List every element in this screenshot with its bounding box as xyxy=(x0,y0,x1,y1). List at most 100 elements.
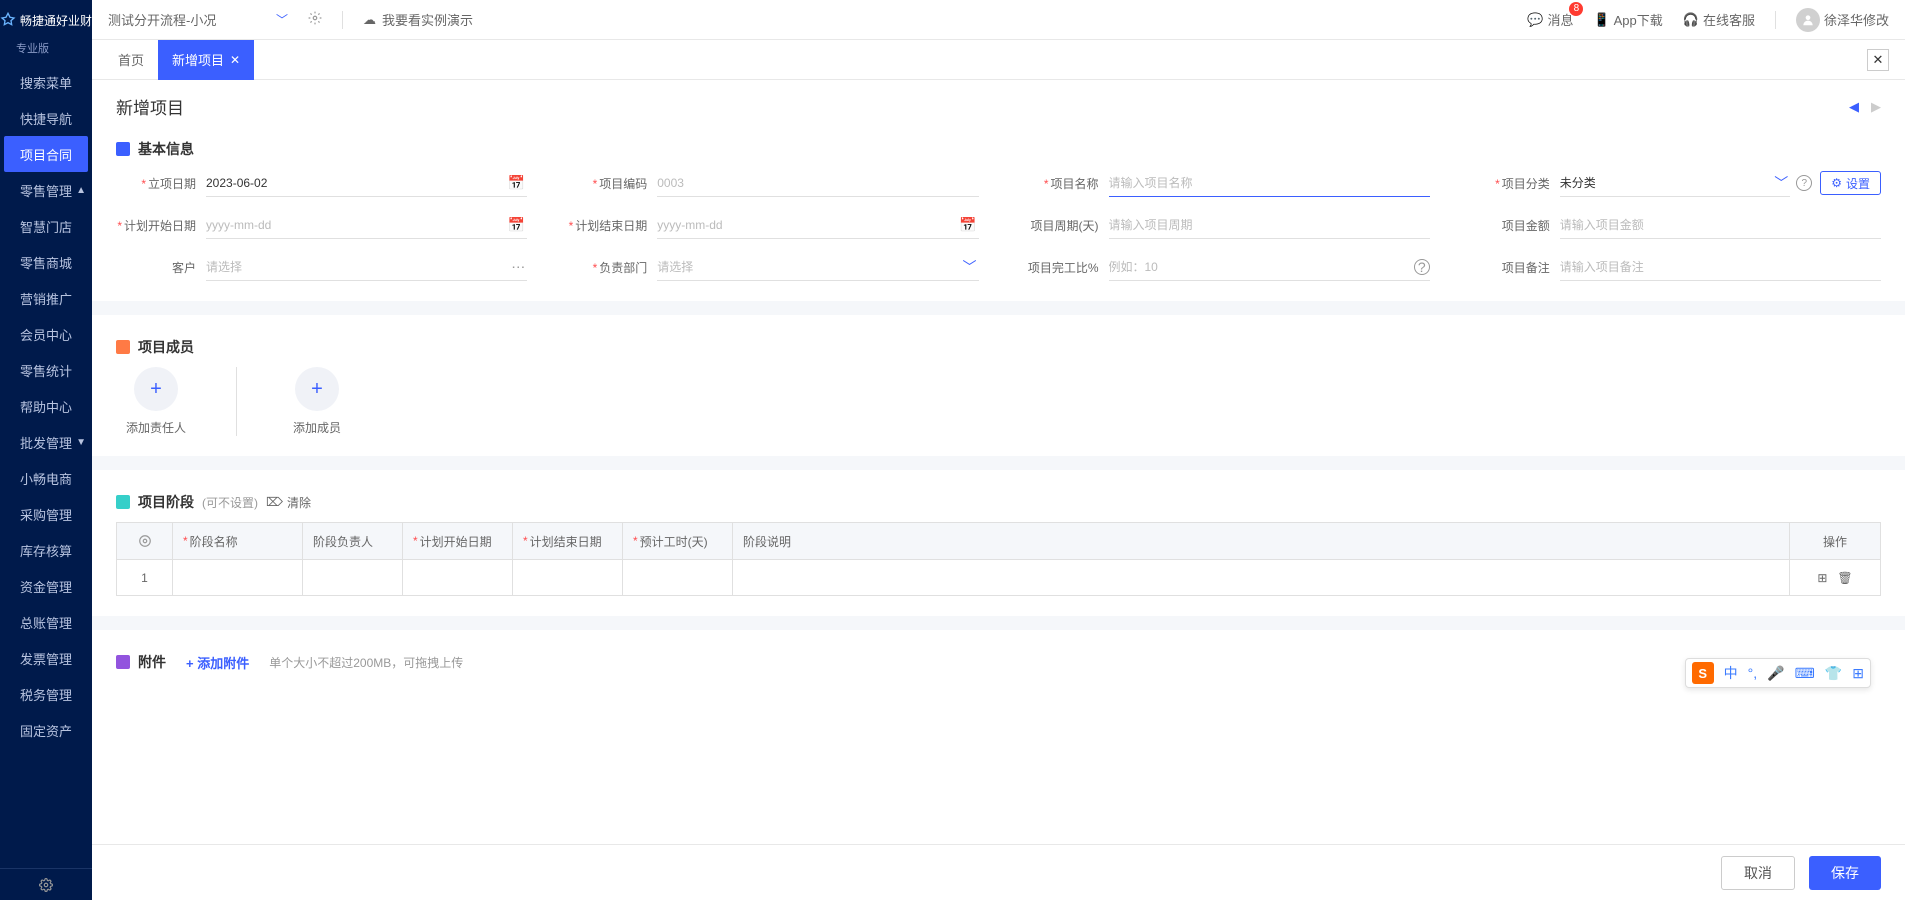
headset-icon: 🎧 xyxy=(1683,12,1699,28)
col-plan-start: *计划开始日期 xyxy=(403,523,513,559)
online-service[interactable]: 🎧 在线客服 xyxy=(1683,10,1755,29)
customer-select[interactable] xyxy=(206,253,527,281)
messages[interactable]: 💬 消息 8 xyxy=(1527,10,1573,29)
eraser-icon: ⌦ xyxy=(266,495,283,509)
attach-hint: 单个大小不超过200MB，可拖拽上传 xyxy=(269,654,463,671)
sidebar-item-17[interactable]: 税务管理 xyxy=(0,676,92,712)
demo-link[interactable]: ☁ 我要看实例演示 xyxy=(363,10,473,29)
sidebar-item-8[interactable]: 零售统计 xyxy=(0,352,92,388)
sidebar-item-2[interactable]: 项目合同 xyxy=(4,136,88,172)
gear-icon[interactable] xyxy=(308,11,322,28)
calendar-icon[interactable]: 📅 xyxy=(508,217,525,234)
add-row-icon[interactable]: ⊞ xyxy=(1817,571,1827,585)
delete-row-icon[interactable]: 🗑 xyxy=(1837,571,1852,585)
table-row[interactable]: 1 ⊞ 🗑 xyxy=(117,559,1880,595)
sidebar-item-5[interactable]: 零售商城 xyxy=(0,244,92,280)
sidebar-item-9[interactable]: 帮助中心 xyxy=(0,388,92,424)
tab-bar: 首页 新增项目 ✕ ✕ xyxy=(92,40,1905,80)
cloud-icon: ☁ xyxy=(363,12,376,28)
project-category-select[interactable] xyxy=(1560,169,1790,197)
plan-start-input[interactable] xyxy=(206,211,527,239)
sidebar-item-10[interactable]: 批发管理▼ xyxy=(0,424,92,460)
ime-skin-icon[interactable]: 👕 xyxy=(1825,665,1842,682)
app-download[interactable]: 📱 App下载 xyxy=(1593,10,1662,29)
sidebar-item-7[interactable]: 会员中心 xyxy=(0,316,92,352)
user-menu[interactable]: 徐泽华修改 xyxy=(1796,8,1889,32)
col-plan-end: *计划结束日期 xyxy=(513,523,623,559)
sidebar-item-3[interactable]: 零售管理▲ xyxy=(0,172,92,208)
ime-toolbar[interactable]: S 中 °, 🎤 ⌨ 👕 ⊞ xyxy=(1685,658,1871,688)
section-icon xyxy=(116,340,130,354)
completion-pct-input[interactable] xyxy=(1109,253,1430,281)
project-name-input[interactable] xyxy=(1109,169,1430,197)
ime-keyboard-icon[interactable]: ⌨ xyxy=(1795,665,1815,682)
stages-table: *阶段名称 阶段负责人 *计划开始日期 *计划结束日期 *预计工时(天) 阶段说… xyxy=(116,522,1881,596)
ime-more-icon[interactable]: ⊞ xyxy=(1852,665,1864,682)
more-icon[interactable]: ⋯ xyxy=(511,259,525,276)
phone-icon: 📱 xyxy=(1593,12,1609,28)
add-attachment-link[interactable]: + 添加附件 xyxy=(186,653,249,672)
section-icon xyxy=(116,495,130,509)
next-page-icon[interactable]: ▶ xyxy=(1871,99,1881,115)
page-title: 新增项目 xyxy=(116,94,184,119)
sidebar-item-11[interactable]: 小畅电商 xyxy=(0,460,92,496)
department-select[interactable] xyxy=(657,253,978,281)
col-stage-owner: 阶段负责人 xyxy=(303,523,403,559)
stages-hint: (可不设置) xyxy=(202,494,258,511)
plan-end-input[interactable] xyxy=(657,211,978,239)
help-icon[interactable]: ? xyxy=(1414,259,1430,275)
sidebar-item-12[interactable]: 采购管理 xyxy=(0,496,92,532)
sidebar: 畅捷通好业财 专业版 搜索菜单快捷导航项目合同零售管理▲智慧门店零售商城营销推广… xyxy=(0,0,92,900)
project-code-input[interactable] xyxy=(657,169,978,197)
add-member-label: 添加成员 xyxy=(293,419,341,436)
tab-new-project[interactable]: 新增项目 ✕ xyxy=(158,40,254,80)
section-icon xyxy=(116,142,130,156)
avatar xyxy=(1796,8,1820,32)
sidebar-item-14[interactable]: 资金管理 xyxy=(0,568,92,604)
settings-button[interactable]: ⚙ 设置 xyxy=(1820,171,1881,195)
project-period-input[interactable] xyxy=(1109,211,1430,239)
project-amount-input[interactable] xyxy=(1560,211,1881,239)
workflow-select[interactable]: 测试分开流程-小况 ﹀ xyxy=(108,10,288,29)
logo: 畅捷通好业财 xyxy=(0,0,92,40)
cancel-button[interactable]: 取消 xyxy=(1721,856,1795,890)
section-title-basic: 基本信息 xyxy=(138,139,194,159)
section-title-stages: 项目阶段 xyxy=(138,492,194,512)
section-title-members: 项目成员 xyxy=(138,337,194,357)
tab-home[interactable]: 首页 xyxy=(104,40,158,80)
clear-stages-link[interactable]: ⌦ 清除 xyxy=(266,494,311,511)
sidebar-item-16[interactable]: 发票管理 xyxy=(0,640,92,676)
add-owner-label: 添加责任人 xyxy=(126,419,186,436)
col-est-hours: *预计工时(天) xyxy=(623,523,733,559)
sidebar-item-4[interactable]: 智慧门店 xyxy=(0,208,92,244)
nav-list: 搜索菜单快捷导航项目合同零售管理▲智慧门店零售商城营销推广会员中心零售统计帮助中… xyxy=(0,64,92,868)
add-member-button[interactable]: + xyxy=(295,367,339,411)
calendar-icon[interactable]: 📅 xyxy=(508,175,525,192)
add-owner-button[interactable]: + xyxy=(134,367,178,411)
sidebar-item-13[interactable]: 库存核算 xyxy=(0,532,92,568)
sidebar-settings[interactable] xyxy=(0,868,92,900)
close-all-button[interactable]: ✕ xyxy=(1867,49,1889,71)
chevron-down-icon[interactable]: ﹀ xyxy=(1774,173,1788,193)
save-button[interactable]: 保存 xyxy=(1809,856,1881,890)
calendar-icon[interactable]: 📅 xyxy=(959,217,976,234)
chevron-down-icon[interactable]: ﹀ xyxy=(963,257,977,277)
project-date-input[interactable] xyxy=(206,169,527,197)
help-icon[interactable]: ? xyxy=(1796,175,1812,191)
sidebar-item-6[interactable]: 营销推广 xyxy=(0,280,92,316)
chevron-down-icon: ﹀ xyxy=(276,11,288,28)
close-icon[interactable]: ✕ xyxy=(230,53,240,67)
sogou-icon: S xyxy=(1692,662,1714,684)
col-settings[interactable] xyxy=(117,523,173,559)
ime-mic-icon[interactable]: 🎤 xyxy=(1767,665,1784,682)
message-badge: 8 xyxy=(1569,2,1583,16)
prev-page-icon[interactable]: ◀ xyxy=(1849,99,1859,115)
sidebar-item-15[interactable]: 总账管理 xyxy=(0,604,92,640)
sidebar-item-1[interactable]: 快捷导航 xyxy=(0,100,92,136)
section-title-attach: 附件 xyxy=(138,652,166,672)
ime-punct-icon[interactable]: °, xyxy=(1748,665,1758,681)
remark-input[interactable] xyxy=(1560,253,1881,281)
sidebar-item-18[interactable]: 固定资产 xyxy=(0,712,92,748)
ime-lang[interactable]: 中 xyxy=(1724,663,1738,683)
sidebar-item-0[interactable]: 搜索菜单 xyxy=(0,64,92,100)
